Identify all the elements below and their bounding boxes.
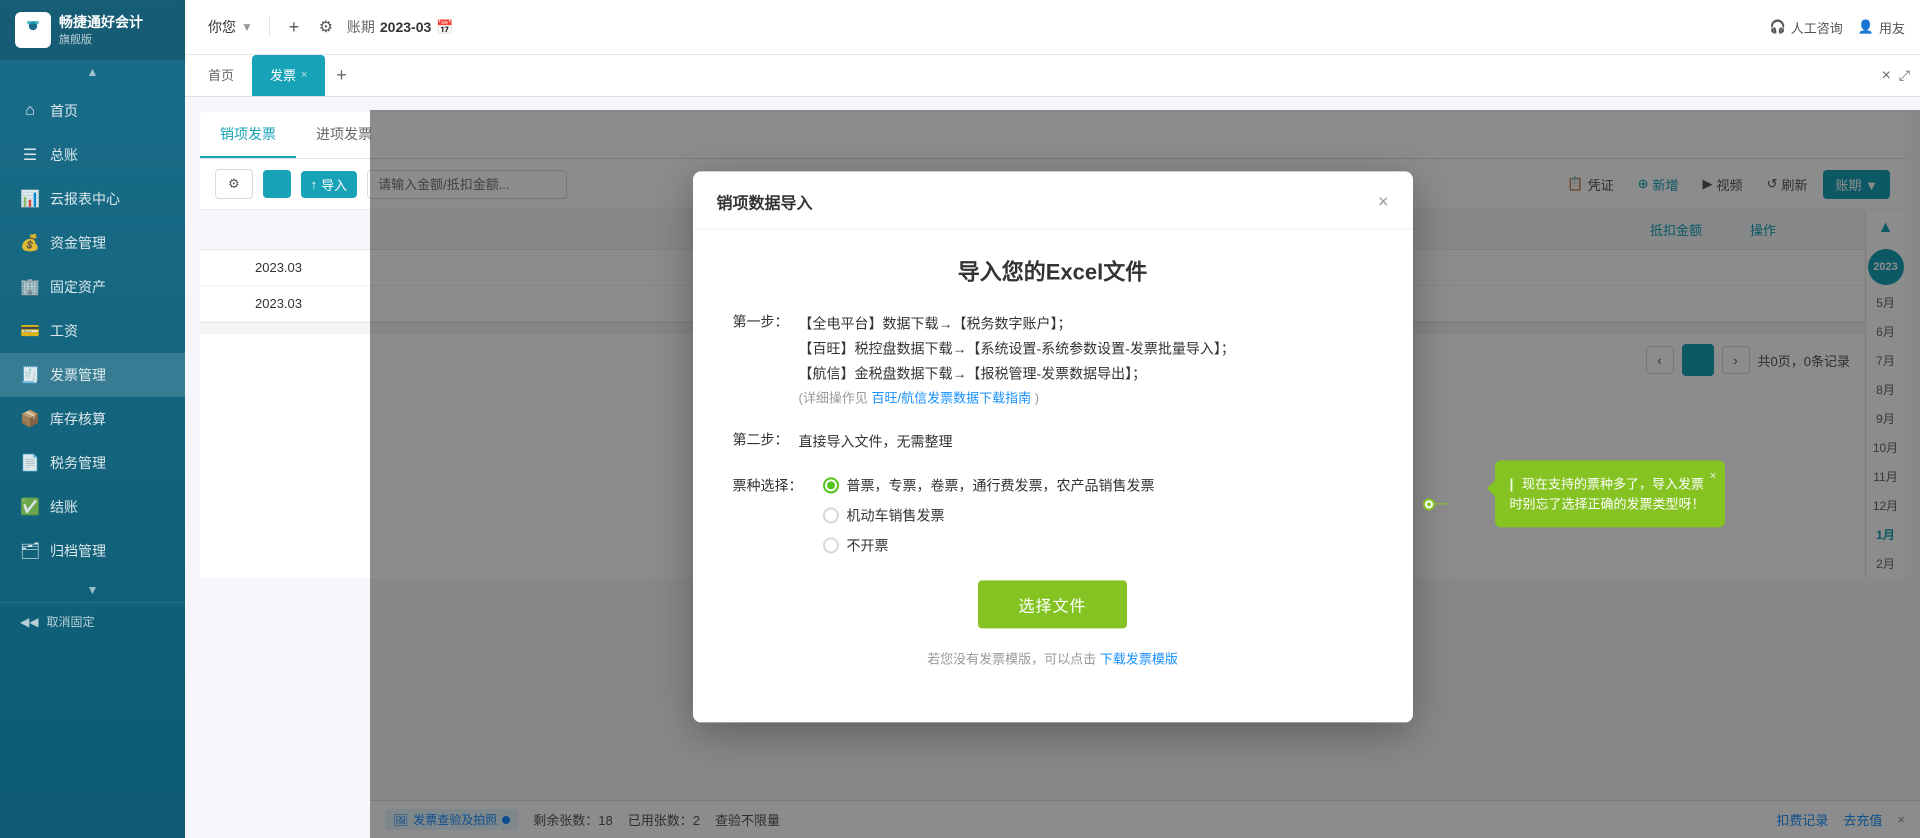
sidebar-item-assets[interactable]: 🏢 固定资产 <box>0 265 185 309</box>
user-menu[interactable]: 👤 用友 <box>1858 18 1905 37</box>
step1: 第一步： 【全电平台】数据下载→【税务数字账户】； 【百旺】税控盘数据下载→【系… <box>733 311 1373 410</box>
sidebar-item-funds[interactable]: 💰 资金管理 <box>0 221 185 265</box>
tooltip-connector <box>1433 504 1448 505</box>
modal-header: 销项数据导入 × <box>693 171 1413 229</box>
sidebar: 畅捷通好会计 旗舰版 ▲ ⌂ 首页 ☰ 总账 📊 云报表中心 💰 资金管理 🏢 … <box>0 0 185 838</box>
sidebar-item-archive[interactable]: 🗂 归档管理 <box>0 529 185 573</box>
assets-icon: 🏢 <box>20 277 40 297</box>
account-selector[interactable]: 你您 ▼ <box>200 12 261 42</box>
logo-icon <box>15 12 51 48</box>
funds-icon: 💰 <box>20 233 40 253</box>
sidebar-scroll-down[interactable]: ▼ <box>0 578 185 602</box>
period-display: 账期 2023-03 📅 <box>347 17 454 37</box>
radio-inner <box>827 481 835 489</box>
tooltip-line <box>1425 500 1448 508</box>
topbar-right: 🎧 人工咨询 👤 用友 <box>1770 18 1905 37</box>
tooltip-dot <box>1425 500 1433 508</box>
radio-empty-circle-2 <box>823 537 839 553</box>
add-button[interactable]: + <box>278 11 310 43</box>
radio-checked-circle <box>823 477 839 493</box>
main-content: 首页 发票 × + × ⤢ 销项发票 进项发票 ⚙ <box>185 55 1920 838</box>
ledger-icon: ☰ <box>20 145 40 165</box>
radio-empty-circle-1 <box>823 507 839 523</box>
modal-footer: 若您没有发票模版，可以点击 下载发票模版 <box>733 648 1373 667</box>
step1-note: (详细操作见 百旺/航信发票数据下载指南 ) <box>799 386 1235 409</box>
step2-content: 直接导入文件，无需整理 <box>799 430 953 455</box>
payroll-icon: 💳 <box>20 321 40 341</box>
sidebar-item-payroll[interactable]: 💳 工资 <box>0 309 185 353</box>
sidebar-item-tax[interactable]: 📄 税务管理 <box>0 441 185 485</box>
settings-toolbar-btn[interactable]: ⚙ <box>215 169 253 199</box>
tab-close-invoice[interactable]: × <box>301 69 307 81</box>
tab-bar: 首页 发票 × + × ⤢ <box>185 55 1920 97</box>
ticket-type-section: 票种选择： 普票，专票，卷票，通行费发票，农产品销售发票 机动车销售发票 <box>733 475 1373 555</box>
window-close-icon[interactable]: × <box>1881 67 1890 85</box>
speaker-icon: ◀◀ <box>20 615 38 629</box>
sidebar-nav: ⌂ 首页 ☰ 总账 📊 云报表中心 💰 资金管理 🏢 固定资产 💳 工资 🧾 发… <box>0 84 185 578</box>
topbar: 你您 ▼ + ⚙ 账期 2023-03 📅 🎧 人工咨询 👤 用友 <box>185 0 1920 55</box>
topbar-divider-1 <box>269 17 270 37</box>
select-file-section: 选择文件 <box>733 580 1373 628</box>
radio-car[interactable]: 机动车销售发票 <box>823 505 1155 525</box>
sidebar-logo: 畅捷通好会计 旗舰版 <box>0 0 185 60</box>
tab-add-button[interactable]: + <box>325 60 357 92</box>
download-template-link[interactable]: 下载发票模版 <box>1100 651 1178 666</box>
modal-body: 导入您的Excel文件 第一步： 【全电平台】数据下载→【税务数字账户】； 【百… <box>693 229 1413 692</box>
radio-general[interactable]: 普票，专票，卷票，通行费发票，农产品销售发票 <box>823 475 1155 495</box>
step1-content: 【全电平台】数据下载→【税务数字账户】； 【百旺】税控盘数据下载→【系统设置-系… <box>799 311 1235 410</box>
step1-label: 第一步： <box>733 311 789 331</box>
sidebar-item-home[interactable]: ⌂ 首页 <box>0 89 185 133</box>
consult-button[interactable]: 🎧 人工咨询 <box>1770 18 1843 37</box>
tooltip-text: 现在支持的票种多了，导入发票时别忘了选择正确的发票类型呀！ <box>1510 476 1705 512</box>
reports-icon: 📊 <box>20 189 40 209</box>
square-btn[interactable] <box>263 170 291 198</box>
sidebar-scroll-up[interactable]: ▲ <box>0 60 185 84</box>
tab-sales-invoice[interactable]: 销项发票 <box>200 112 296 158</box>
download-guide-link[interactable]: 百旺/航信发票数据下载指南 <box>871 390 1031 405</box>
home-icon: ⌂ <box>20 102 40 120</box>
headset-icon: 🎧 <box>1770 19 1786 35</box>
archive-icon: 🗂 <box>20 541 40 561</box>
select-file-btn[interactable]: 选择文件 <box>978 580 1126 628</box>
step2-label: 第二步： <box>733 430 789 450</box>
radio-group: 普票，专票，卷票，通行费发票，农产品销售发票 机动车销售发票 不开票 <box>813 475 1155 555</box>
sidebar-item-settlement[interactable]: ✅ 结账 <box>0 485 185 529</box>
step2: 第二步： 直接导入文件，无需整理 <box>733 430 1373 455</box>
select-row: 票种选择： 普票，专票，卷票，通行费发票，农产品销售发票 机动车销售发票 <box>733 475 1373 555</box>
tooltip-balloon: × | 现在支持的票种多了，导入发票时别忘了选择正确的发票类型呀！ <box>1495 460 1725 528</box>
invoice-icon: 🧾 <box>20 365 40 385</box>
modal-close-btn[interactable]: × <box>1378 192 1389 210</box>
user-icon: 👤 <box>1858 19 1874 35</box>
window-maximize-icon[interactable]: ⤢ <box>1899 67 1910 84</box>
modal-main-title: 导入您的Excel文件 <box>733 254 1373 286</box>
import-btn[interactable]: ↑ 导入 <box>301 171 358 198</box>
account-name: 你您 <box>208 17 236 37</box>
modal-title: 销项数据导入 <box>717 189 813 213</box>
import-modal: 销项数据导入 × 导入您的Excel文件 第一步： 【全电平台】数据下载→【税务… <box>693 171 1413 722</box>
calendar-icon: 📅 <box>436 19 453 36</box>
sidebar-cancel-fixed[interactable]: ◀◀ 取消固定 <box>0 602 185 640</box>
tax-icon: 📄 <box>20 453 40 473</box>
tooltip-close-btn[interactable]: × <box>1709 466 1716 485</box>
tab-invoice[interactable]: 发票 × <box>252 55 325 96</box>
sidebar-item-reports[interactable]: 📊 云报表中心 <box>0 177 185 221</box>
tab-home[interactable]: 首页 <box>190 55 252 96</box>
import-icon: ↑ <box>311 177 318 192</box>
gear-icon: ⚙ <box>228 176 240 192</box>
sidebar-item-invoice[interactable]: 🧾 发票管理 <box>0 353 185 397</box>
logo-text: 畅捷通好会计 旗舰版 <box>59 13 143 47</box>
chevron-down-icon: ▼ <box>241 20 253 34</box>
sidebar-item-inventory[interactable]: 📦 库存核算 <box>0 397 185 441</box>
inventory-icon: 📦 <box>20 409 40 429</box>
settings-button[interactable]: ⚙ <box>310 11 342 43</box>
settlement-icon: ✅ <box>20 497 40 517</box>
radio-no-invoice[interactable]: 不开票 <box>823 535 1155 555</box>
sidebar-item-ledger[interactable]: ☰ 总账 <box>0 133 185 177</box>
select-label: 票种选择： <box>733 475 803 495</box>
